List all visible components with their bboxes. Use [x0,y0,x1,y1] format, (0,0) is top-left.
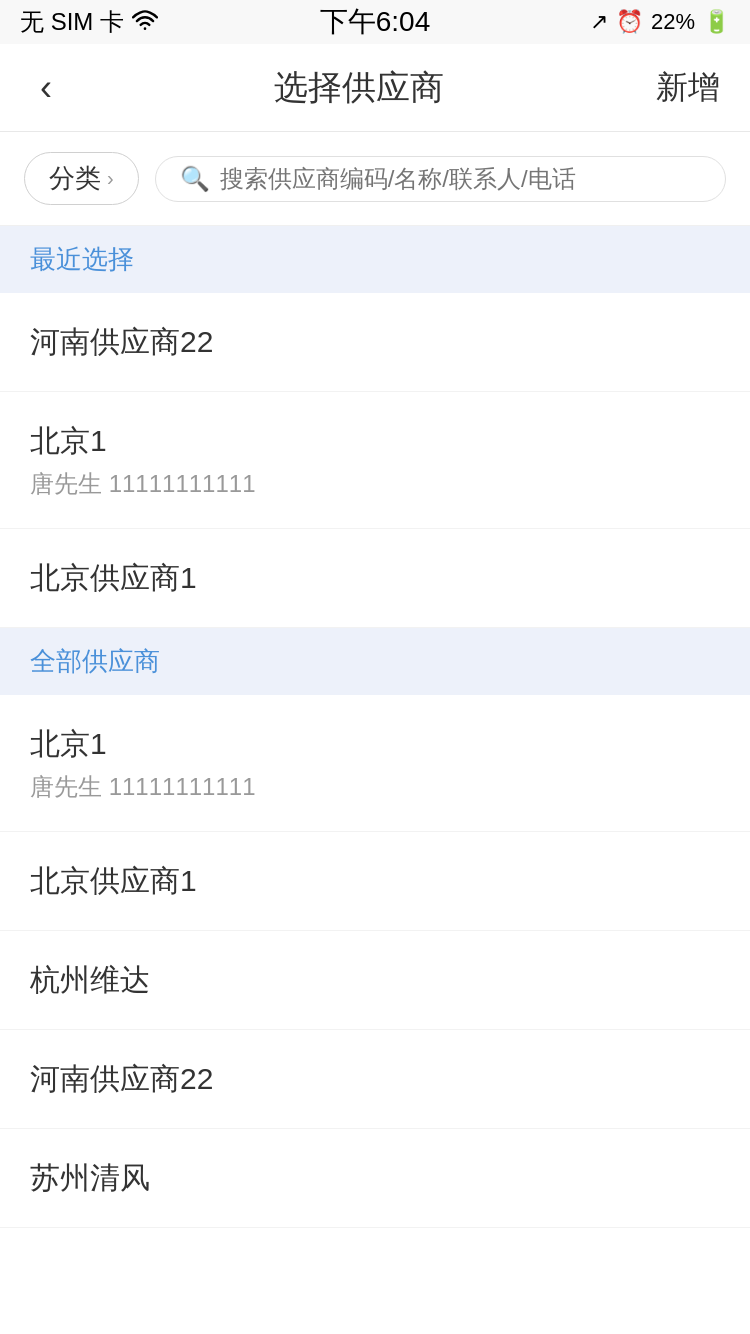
list-item[interactable]: 北京1 唐先生 11111111111 [0,695,750,832]
list-item[interactable]: 河南供应商22 [0,293,750,392]
category-filter[interactable]: 分类 › [24,152,139,205]
svg-point-0 [144,27,147,30]
location-icon: ↗ [590,9,608,35]
list-item[interactable]: 北京供应商1 [0,529,750,628]
page-title: 选择供应商 [274,65,444,111]
add-button[interactable]: 新增 [656,66,720,110]
item-name: 苏州清风 [30,1157,720,1199]
item-name: 北京供应商1 [30,557,720,599]
wifi-icon [132,8,158,36]
status-time: 下午6:04 [320,3,431,41]
status-left: 无 SIM 卡 [20,6,158,38]
item-name: 河南供应商22 [30,321,720,363]
search-box[interactable]: 🔍 [155,156,726,202]
chevron-right-icon: › [107,167,114,190]
list-item[interactable]: 河南供应商22 [0,1030,750,1129]
item-name: 北京供应商1 [30,860,720,902]
item-name: 北京1 [30,420,720,462]
battery-icon: 🔋 [703,9,730,35]
all-list: 北京1 唐先生 11111111111 北京供应商1 杭州维达河南供应商22 苏州清风 [0,695,750,1228]
item-name: 杭州维达 [30,959,720,1001]
filter-bar: 分类 › 🔍 [0,132,750,226]
nav-bar: ‹ 选择供应商 新增 [0,44,750,132]
recent-section-header: 最近选择 [0,226,750,293]
recent-list: 河南供应商22 北京1 唐先生 11111111111 北京供应商1 [0,293,750,628]
alarm-icon: ⏰ [616,9,643,35]
item-sub: 唐先生 11111111111 [30,468,720,500]
list-item[interactable]: 苏州清风 [0,1129,750,1228]
search-icon: 🔍 [180,165,210,193]
back-button[interactable]: ‹ [30,57,62,119]
carrier-label: 无 SIM 卡 [20,6,124,38]
category-label: 分类 [49,161,101,196]
item-sub: 唐先生 11111111111 [30,771,720,803]
search-input[interactable] [220,165,701,193]
all-section-header: 全部供应商 [0,628,750,695]
list-item[interactable]: 杭州维达 [0,931,750,1030]
list-item[interactable]: 北京供应商1 [0,832,750,931]
list-item[interactable]: 北京1 唐先生 11111111111 [0,392,750,529]
item-name: 北京1 [30,723,720,765]
item-name: 河南供应商22 [30,1058,720,1100]
status-right: ↗ ⏰ 22% 🔋 [590,9,730,35]
battery-label: 22% [651,9,695,35]
status-bar: 无 SIM 卡 下午6:04 ↗ ⏰ 22% 🔋 [0,0,750,44]
